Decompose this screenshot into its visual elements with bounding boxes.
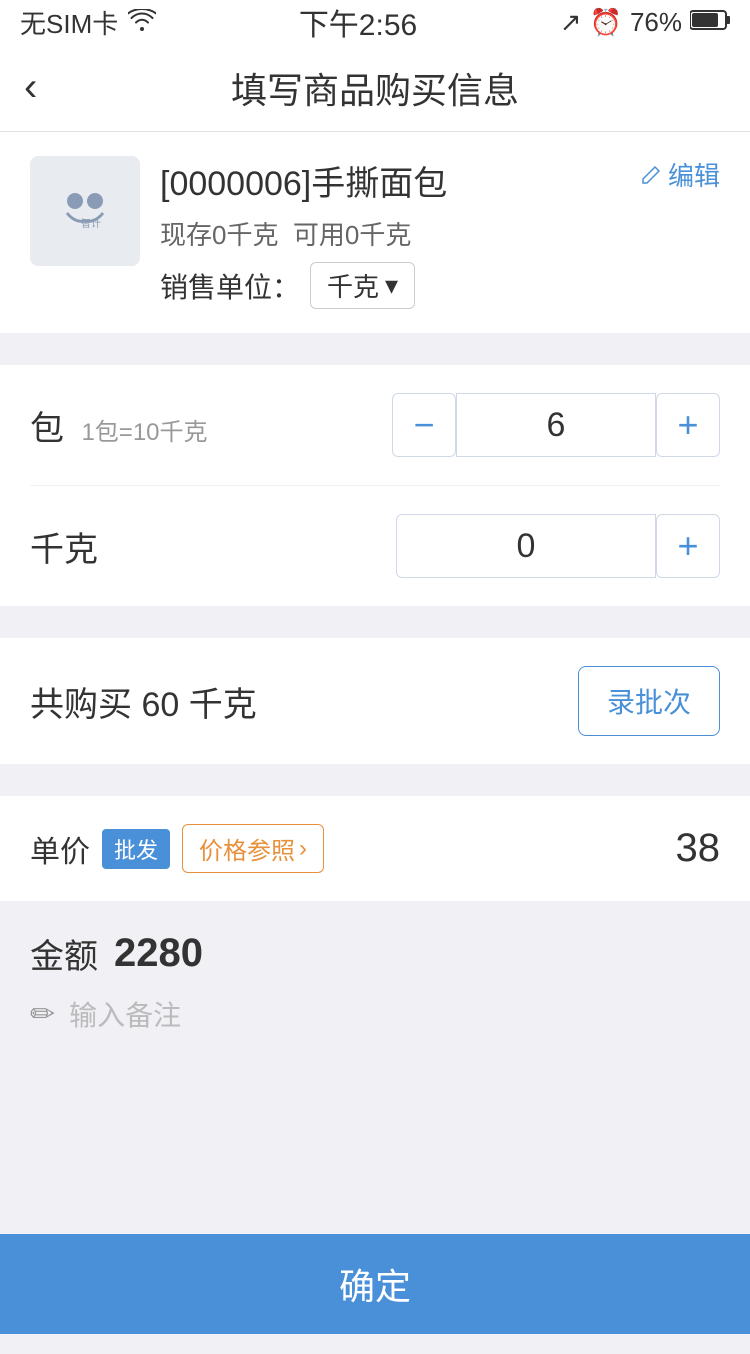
nav-bar: ‹ 填写商品购买信息 bbox=[0, 44, 750, 132]
price-label: 单价 批发 价格参照 › bbox=[30, 824, 324, 873]
chevron-right-icon: › bbox=[299, 835, 307, 863]
product-info: [0000006]手撕面包 编辑 现存0千克 可用0千克 销售单位： 千克 ▾ bbox=[160, 156, 720, 309]
edit-button[interactable]: 编辑 bbox=[640, 156, 720, 193]
amount-row: 金额 2280 bbox=[30, 929, 720, 978]
price-section: 单价 批发 价格参照 › 38 bbox=[0, 796, 750, 901]
status-bar-time: 下午2:56 bbox=[299, 0, 417, 44]
bag-qty-input[interactable] bbox=[456, 393, 656, 457]
status-bar: 无SIM卡 下午2:56 ↗ ⏰ 76% bbox=[0, 0, 750, 44]
alarm-icon: ⏰ bbox=[590, 7, 622, 38]
remark-row[interactable]: ✏ 输入备注 bbox=[30, 994, 720, 1054]
product-unit-row: 销售单位： 千克 ▾ bbox=[160, 262, 720, 309]
product-top-row: [0000006]手撕面包 编辑 bbox=[160, 156, 720, 215]
bag-qty-controls: − + bbox=[392, 393, 720, 457]
confirm-bar[interactable]: 确定 bbox=[0, 1234, 750, 1334]
bag-label: 包 1包=10千克 bbox=[30, 401, 392, 450]
price-badge: 批发 bbox=[102, 829, 170, 869]
divider-2 bbox=[0, 622, 750, 638]
battery-icon bbox=[690, 7, 730, 38]
carrier-text: 无SIM卡 bbox=[20, 4, 118, 41]
kg-label: 千克 bbox=[30, 522, 396, 571]
divider-3 bbox=[0, 780, 750, 796]
batch-button[interactable]: 录批次 bbox=[578, 666, 720, 736]
wifi-icon bbox=[128, 7, 156, 38]
quantity-section: 包 1包=10千克 − + 千克 + bbox=[0, 365, 750, 606]
amount-label: 金额 bbox=[30, 929, 98, 978]
divider-1 bbox=[0, 349, 750, 365]
back-button[interactable]: ‹ bbox=[24, 65, 37, 110]
kg-qty-controls: + bbox=[396, 514, 720, 578]
price-ref-button[interactable]: 价格参照 › bbox=[182, 824, 324, 873]
kg-plus-button[interactable]: + bbox=[656, 514, 720, 578]
total-text: 共购买 60 千克 bbox=[30, 677, 257, 726]
location-icon: ↗ bbox=[560, 7, 582, 38]
total-value: 60 bbox=[141, 686, 179, 724]
product-code: [0000006] bbox=[160, 165, 311, 203]
product-image: 智计 bbox=[30, 156, 140, 266]
bag-qty-row: 包 1包=10千克 − + bbox=[30, 365, 720, 486]
bag-sublabel: 1包=10千克 bbox=[81, 419, 207, 446]
bag-plus-button[interactable]: + bbox=[656, 393, 720, 457]
kg-qty-row: 千克 + bbox=[30, 486, 720, 606]
price-row: 单价 批发 价格参照 › 38 bbox=[30, 824, 720, 873]
battery-text: 76% bbox=[630, 7, 682, 38]
unit-label: 销售单位： bbox=[160, 266, 300, 306]
chevron-down-icon: ▾ bbox=[385, 270, 398, 301]
nav-title: 填写商品购买信息 bbox=[231, 62, 519, 114]
product-name: [0000006]手撕面包 bbox=[160, 156, 447, 205]
remark-placeholder: 输入备注 bbox=[69, 994, 181, 1034]
unit-select[interactable]: 千克 ▾ bbox=[310, 262, 415, 309]
product-logo: 智计 bbox=[55, 181, 115, 242]
total-row: 共购买 60 千克 录批次 bbox=[0, 638, 750, 764]
kg-qty-input[interactable] bbox=[396, 514, 656, 578]
price-value: 38 bbox=[676, 826, 721, 871]
product-stock: 现存0千克 可用0千克 bbox=[160, 215, 720, 252]
bag-minus-button[interactable]: − bbox=[392, 393, 456, 457]
product-card: 智计 [0000006]手撕面包 编辑 现存0千克 可用0千克 销售单位： 千克… bbox=[0, 132, 750, 333]
amount-section: 金额 2280 ✏ 输入备注 bbox=[0, 901, 750, 1054]
status-bar-left: 无SIM卡 bbox=[20, 4, 156, 41]
status-bar-right: ↗ ⏰ 76% bbox=[560, 7, 730, 38]
svg-text:智计: 智计 bbox=[81, 217, 101, 230]
amount-value: 2280 bbox=[114, 931, 203, 976]
pencil-icon: ✏ bbox=[30, 997, 55, 1032]
confirm-text: 确定 bbox=[339, 1258, 411, 1310]
product-name-text: 手撕面包 bbox=[311, 165, 447, 203]
